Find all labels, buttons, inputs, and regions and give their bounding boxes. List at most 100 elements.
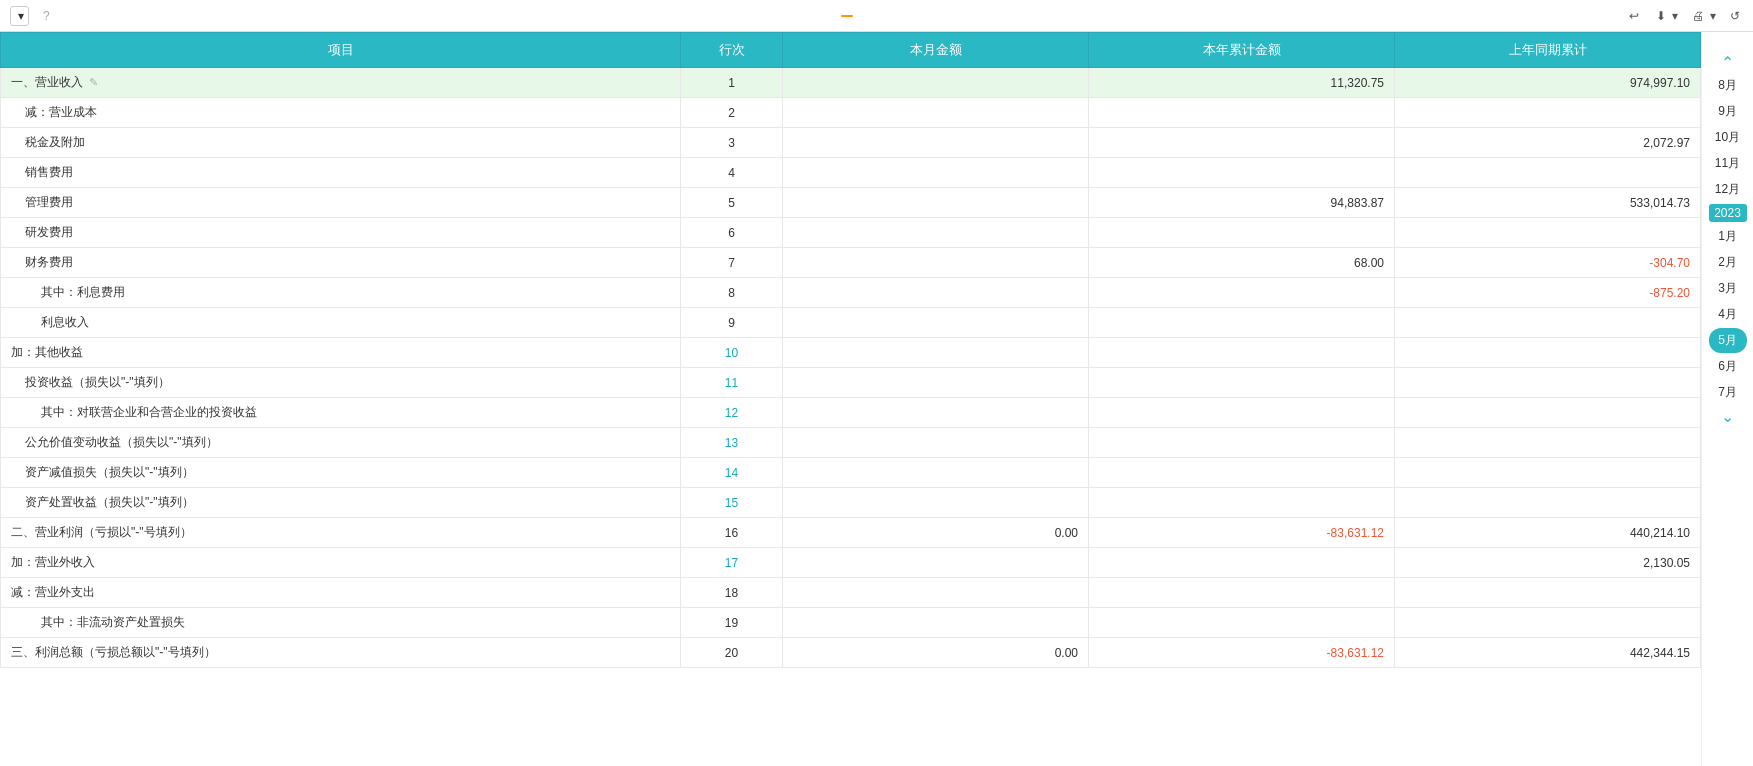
row-number-link[interactable]: 17 [725,556,738,570]
year-marker[interactable]: 2023 [1709,204,1747,222]
cell-row-number: 1 [681,68,783,98]
print-button[interactable]: 🖨 ▾ [1692,9,1716,23]
table-row: 财务费用768.00-304.70 [1,248,1701,278]
cell-row-number: 6 [681,218,783,248]
negative-value: -875.20 [1649,286,1690,300]
dropdown-icon: ▾ [18,9,24,23]
cell-row-number: 4 [681,158,783,188]
download-button[interactable]: ⬇ ▾ [1656,9,1678,23]
cell-month [783,188,1089,218]
cell-prev [1395,608,1701,638]
cell-item: 其中：利息费用 [1,278,681,308]
cell-month [783,338,1089,368]
table-row: 加：营业外收入172,130.05 [1,548,1701,578]
dropdown-button[interactable]: ▾ [10,6,29,26]
top-bar: ▾ ? ↩ ⬇ ▾ 🖨 ▾ ↺ [0,0,1753,32]
print-chevron-icon: ▾ [1710,9,1716,23]
cell-prev: 2,072.97 [1395,128,1701,158]
row-number-link[interactable]: 14 [725,466,738,480]
cell-year [1089,488,1395,518]
cell-row-number: 18 [681,578,783,608]
cell-prev [1395,428,1701,458]
month-item[interactable]: 2月 [1709,250,1747,275]
header-prev: 上年同期累计 [1395,33,1701,68]
month-item[interactable]: 7月 [1709,380,1747,405]
table-row: 资产处置收益（损失以"-"填列）15 [1,488,1701,518]
cell-prev [1395,308,1701,338]
cell-prev: -875.20 [1395,278,1701,308]
row-number-link[interactable]: 10 [725,346,738,360]
cell-month: 0.00 [783,518,1089,548]
month-item[interactable]: 6月 [1709,354,1747,379]
cell-year [1089,398,1395,428]
scroll-up-button[interactable]: ⌃ [1714,52,1742,72]
table-row: 三、利润总额（亏损总额以"-"号填列）200.00-83,631.12442,3… [1,638,1701,668]
cell-month [783,608,1089,638]
cell-row-number: 15 [681,488,783,518]
cell-month [783,68,1089,98]
month-item[interactable]: 1月 [1709,224,1747,249]
scroll-down-button[interactable]: ⌄ [1714,406,1742,426]
back-button[interactable]: ↩ [1629,9,1642,23]
dropdown-area: ▾ [10,6,29,26]
cell-prev [1395,368,1701,398]
row-number-link[interactable]: 12 [725,406,738,420]
edit-icon[interactable]: ✎ [89,76,98,88]
negative-value: -83,631.12 [1327,526,1384,540]
cell-year [1089,428,1395,458]
cell-year: 94,883.87 [1089,188,1395,218]
cell-item: 管理费用 [1,188,681,218]
cell-row-number: 12 [681,398,783,428]
table-row: 加：其他收益 10 [1,338,1701,368]
cell-row-number: 10 [681,338,783,368]
cell-prev [1395,488,1701,518]
cell-year [1089,578,1395,608]
cell-month [783,458,1089,488]
table-row: 公允价值变动收益（损失以"-"填列）13 [1,428,1701,458]
cell-row-number: 8 [681,278,783,308]
negative-value: -304.70 [1649,256,1690,270]
refresh-icon: ↺ [1730,9,1740,23]
profit-table: 项目 行次 本月金额 本年累计金额 上年同期累计 一、营业收入✎111,320.… [0,32,1701,668]
cell-row-number: 3 [681,128,783,158]
cell-year [1089,458,1395,488]
cell-month [783,308,1089,338]
month-item[interactable]: 4月 [1709,302,1747,327]
cell-row-number: 5 [681,188,783,218]
cell-row-number: 2 [681,98,783,128]
cell-item: 研发费用 [1,218,681,248]
cell-item: 税金及附加 [1,128,681,158]
cell-row-number: 9 [681,308,783,338]
cell-item: 一、营业收入✎ [1,68,681,98]
refresh-button[interactable]: ↺ [1730,9,1743,23]
month-item[interactable]: 3月 [1709,276,1747,301]
cell-month [783,98,1089,128]
cell-item: 利息收入 [1,308,681,338]
month-item[interactable]: 10月 [1709,125,1747,150]
cell-row-number: 11 [681,368,783,398]
row-number-link[interactable]: 11 [725,376,738,390]
help-icon[interactable]: ? [43,9,50,23]
month-item[interactable]: 11月 [1709,151,1747,176]
cell-month [783,158,1089,188]
month-item[interactable]: 12月 [1709,177,1747,202]
month-item[interactable]: 8月 [1709,73,1747,98]
cell-month [783,128,1089,158]
cell-month [783,548,1089,578]
month-item[interactable]: 5月 [1709,328,1747,353]
row-number-link[interactable]: 15 [725,496,738,510]
month-item[interactable]: 9月 [1709,99,1747,124]
cell-year: 68.00 [1089,248,1395,278]
cell-item: 减：营业外支出 [1,578,681,608]
top-bar-actions: ↩ ⬇ ▾ 🖨 ▾ ↺ [1629,9,1743,23]
cell-prev: 974,997.10 [1395,68,1701,98]
cell-prev [1395,98,1701,128]
row-number-link[interactable]: 13 [725,436,738,450]
cell-item: 加：其他收益 [1,338,681,368]
cell-item: 销售费用 [1,158,681,188]
cell-row-number: 7 [681,248,783,278]
cell-row-number: 19 [681,608,783,638]
cell-prev: 440,214.10 [1395,518,1701,548]
table-container[interactable]: 项目 行次 本月金额 本年累计金额 上年同期累计 一、营业收入✎111,320.… [0,32,1701,766]
table-row: 其中：利息费用8 -875.20 [1,278,1701,308]
